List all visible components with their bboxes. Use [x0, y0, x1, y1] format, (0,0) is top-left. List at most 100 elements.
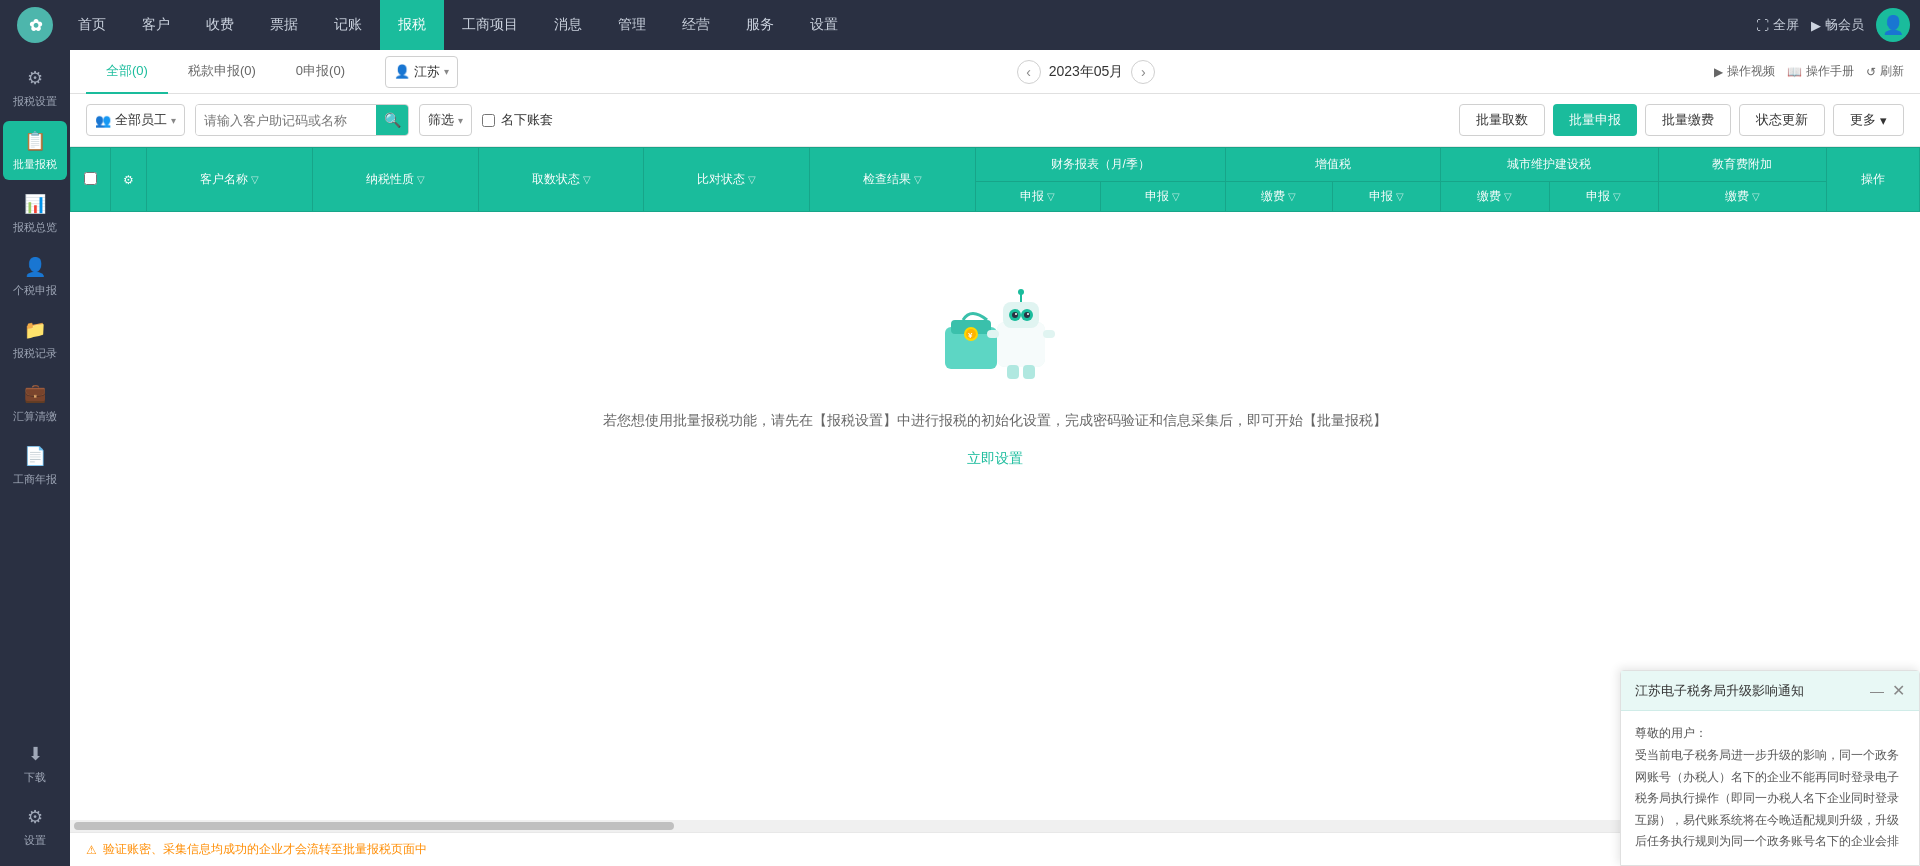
tax-records-icon: 📁	[23, 318, 47, 342]
financial-declare-filter[interactable]: 申报 ▽	[1020, 188, 1055, 205]
svg-point-13	[1027, 313, 1029, 315]
svg-rect-19	[1023, 365, 1035, 379]
city-pay-filter[interactable]: 缴费 ▽	[1477, 188, 1512, 205]
scrollbar-thumb[interactable]	[74, 822, 674, 830]
warning-icon: ⚠	[86, 843, 97, 857]
svg-point-15	[1018, 289, 1024, 295]
tax-settings-icon: ⚙	[23, 66, 47, 90]
bottom-bar-text: 验证账密、采集信息均成功的企业才会流转至批量报税页面中	[103, 841, 427, 858]
nav-customer[interactable]: 客户	[124, 0, 188, 50]
notification-panel: 江苏电子税务局升级影响通知 — ✕ 尊敬的用户： 受当前电子税务局进一步升级的影…	[1620, 670, 1920, 866]
sidebar-item-annual-report[interactable]: 📄 工商年报	[3, 436, 67, 495]
nav-manage[interactable]: 管理	[600, 0, 664, 50]
nav-home[interactable]: 首页	[60, 0, 124, 50]
tab-all[interactable]: 全部(0)	[86, 50, 168, 94]
batch-declare-btn[interactable]: 批量申报	[1553, 104, 1637, 136]
vat-label: 增值税	[1315, 157, 1351, 171]
batch-pay-btn[interactable]: 批量缴费	[1645, 104, 1731, 136]
sidebar-item-settlement[interactable]: 💼 汇算清缴	[3, 373, 67, 432]
region-selector[interactable]: 👤 江苏 ▾	[385, 56, 458, 88]
more-btn[interactable]: 更多 ▾	[1833, 104, 1904, 136]
sidebar-label-personal-tax: 个税申报	[13, 283, 57, 298]
logo[interactable]: ✿	[10, 0, 60, 50]
fullscreen-label: 全屏	[1773, 16, 1799, 34]
tab-tax-declare-label: 税款申报	[188, 62, 240, 80]
nav-bill[interactable]: 票据	[252, 0, 316, 50]
video-label: 操作视频	[1727, 63, 1775, 80]
fetch-status-label: 取数状态	[532, 171, 580, 188]
check-result-filter[interactable]: 检查结果 ▽	[863, 171, 922, 188]
tax-nature-label: 纳税性质	[366, 171, 414, 188]
sidebar-label-tax-overview: 报税总览	[13, 220, 57, 235]
filter-selector[interactable]: 筛选 ▾	[419, 104, 472, 136]
tab-zero-declare[interactable]: 0申报(0)	[276, 50, 365, 94]
employee-selector[interactable]: 👥 全部员工 ▾	[86, 104, 185, 136]
nav-business[interactable]: 工商项目	[444, 0, 536, 50]
tab-tax-declare[interactable]: 税款申报(0)	[168, 50, 276, 94]
svg-point-10	[1012, 312, 1018, 318]
batch-fetch-btn[interactable]: 批量取数	[1459, 104, 1545, 136]
sidebar-label-annual-report: 工商年报	[13, 472, 57, 487]
sidebar-item-settings[interactable]: ⚙ 设置	[3, 797, 67, 856]
account-checkbox-label[interactable]: 名下账套	[482, 111, 553, 129]
vat-pay-filter[interactable]: 缴费 ▽	[1261, 188, 1296, 205]
nav-tax[interactable]: 报税	[380, 0, 444, 50]
refresh-label: 刷新	[1880, 63, 1904, 80]
th-vat: 增值税	[1225, 148, 1441, 182]
edu-declare-filter[interactable]: 申报 ▽	[1586, 188, 1621, 205]
edu-pay-filter[interactable]: 缴费 ▽	[1725, 188, 1760, 205]
settlement-icon: 💼	[23, 381, 47, 405]
tax-nature-filter[interactable]: 纳税性质 ▽	[366, 171, 425, 188]
member-btn[interactable]: ▶ 畅会员	[1811, 16, 1864, 34]
sidebar-item-personal-tax[interactable]: 👤 个税申报	[3, 247, 67, 306]
setup-link[interactable]: 立即设置	[967, 450, 1023, 468]
gear-icon[interactable]: ⚙	[123, 173, 134, 187]
notification-close-btn[interactable]: ✕	[1892, 681, 1905, 700]
fullscreen-icon: ⛶	[1756, 18, 1769, 33]
th-city-tax: 城市维护建设税	[1441, 148, 1659, 182]
employee-label: 全部员工	[115, 111, 167, 129]
nav-operation[interactable]: 经营	[664, 0, 728, 50]
prev-month-btn[interactable]: ‹	[1017, 60, 1041, 84]
next-month-btn[interactable]: ›	[1131, 60, 1155, 84]
refresh-btn[interactable]: ↺ 刷新	[1866, 63, 1904, 80]
minimize-btn[interactable]: —	[1870, 683, 1884, 699]
sidebar-item-download[interactable]: ⬇ 下载	[3, 734, 67, 793]
svg-rect-18	[1007, 365, 1019, 379]
sidebar-item-batch-tax[interactable]: 📋 批量报税	[3, 121, 67, 180]
account-checkbox[interactable]	[482, 114, 495, 127]
nav-accounting[interactable]: 记账	[316, 0, 380, 50]
nav-fee[interactable]: 收费	[188, 0, 252, 50]
search-button[interactable]: 🔍	[376, 104, 408, 136]
manual-btn[interactable]: 📖 操作手册	[1787, 63, 1854, 80]
empty-state-cell: ¥	[71, 212, 1920, 529]
compare-status-filter[interactable]: 比对状态 ▽	[697, 171, 756, 188]
fullscreen-btn[interactable]: ⛶ 全屏	[1756, 16, 1799, 34]
fetch-status-filter[interactable]: 取数状态 ▽	[532, 171, 591, 188]
nav-right-area: ⛶ 全屏 ▶ 畅会员 👤	[1756, 8, 1910, 42]
select-all-checkbox[interactable]	[84, 172, 97, 185]
nav-message[interactable]: 消息	[536, 0, 600, 50]
th-compare-status: 比对状态 ▽	[644, 148, 810, 212]
vat-declare-filter[interactable]: 申报 ▽	[1145, 188, 1180, 205]
customer-filter[interactable]: 客户名称 ▽	[200, 171, 259, 188]
nav-settings[interactable]: 设置	[792, 0, 856, 50]
sidebar-item-tax-settings[interactable]: ⚙ 报税设置	[3, 58, 67, 117]
refresh-icon: ↺	[1866, 65, 1876, 79]
sidebar-label-batch-tax: 批量报税	[13, 157, 57, 172]
status-update-btn[interactable]: 状态更新	[1739, 104, 1825, 136]
sidebar-item-tax-records[interactable]: 📁 报税记录	[3, 310, 67, 369]
th-edu-declare: 申报 ▽	[1549, 182, 1658, 212]
sidebar: ⚙ 报税设置 📋 批量报税 📊 报税总览 👤 个税申报 📁 报税记录 💼 汇算清…	[0, 50, 70, 866]
sidebar-item-tax-overview[interactable]: 📊 报税总览	[3, 184, 67, 243]
th-check-result: 检查结果 ▽	[810, 148, 976, 212]
nav-service[interactable]: 服务	[728, 0, 792, 50]
th-city-declare: 申报 ▽	[1333, 182, 1441, 212]
user-avatar[interactable]: 👤	[1876, 8, 1910, 42]
video-btn[interactable]: ▶ 操作视频	[1714, 63, 1775, 80]
city-declare-filter[interactable]: 申报 ▽	[1369, 188, 1404, 205]
logo-icon: ✿	[17, 7, 53, 43]
batch-tax-icon: 📋	[23, 129, 47, 153]
th-financial-report: 财务报表（月/季）	[976, 148, 1225, 182]
search-input[interactable]	[196, 105, 376, 135]
